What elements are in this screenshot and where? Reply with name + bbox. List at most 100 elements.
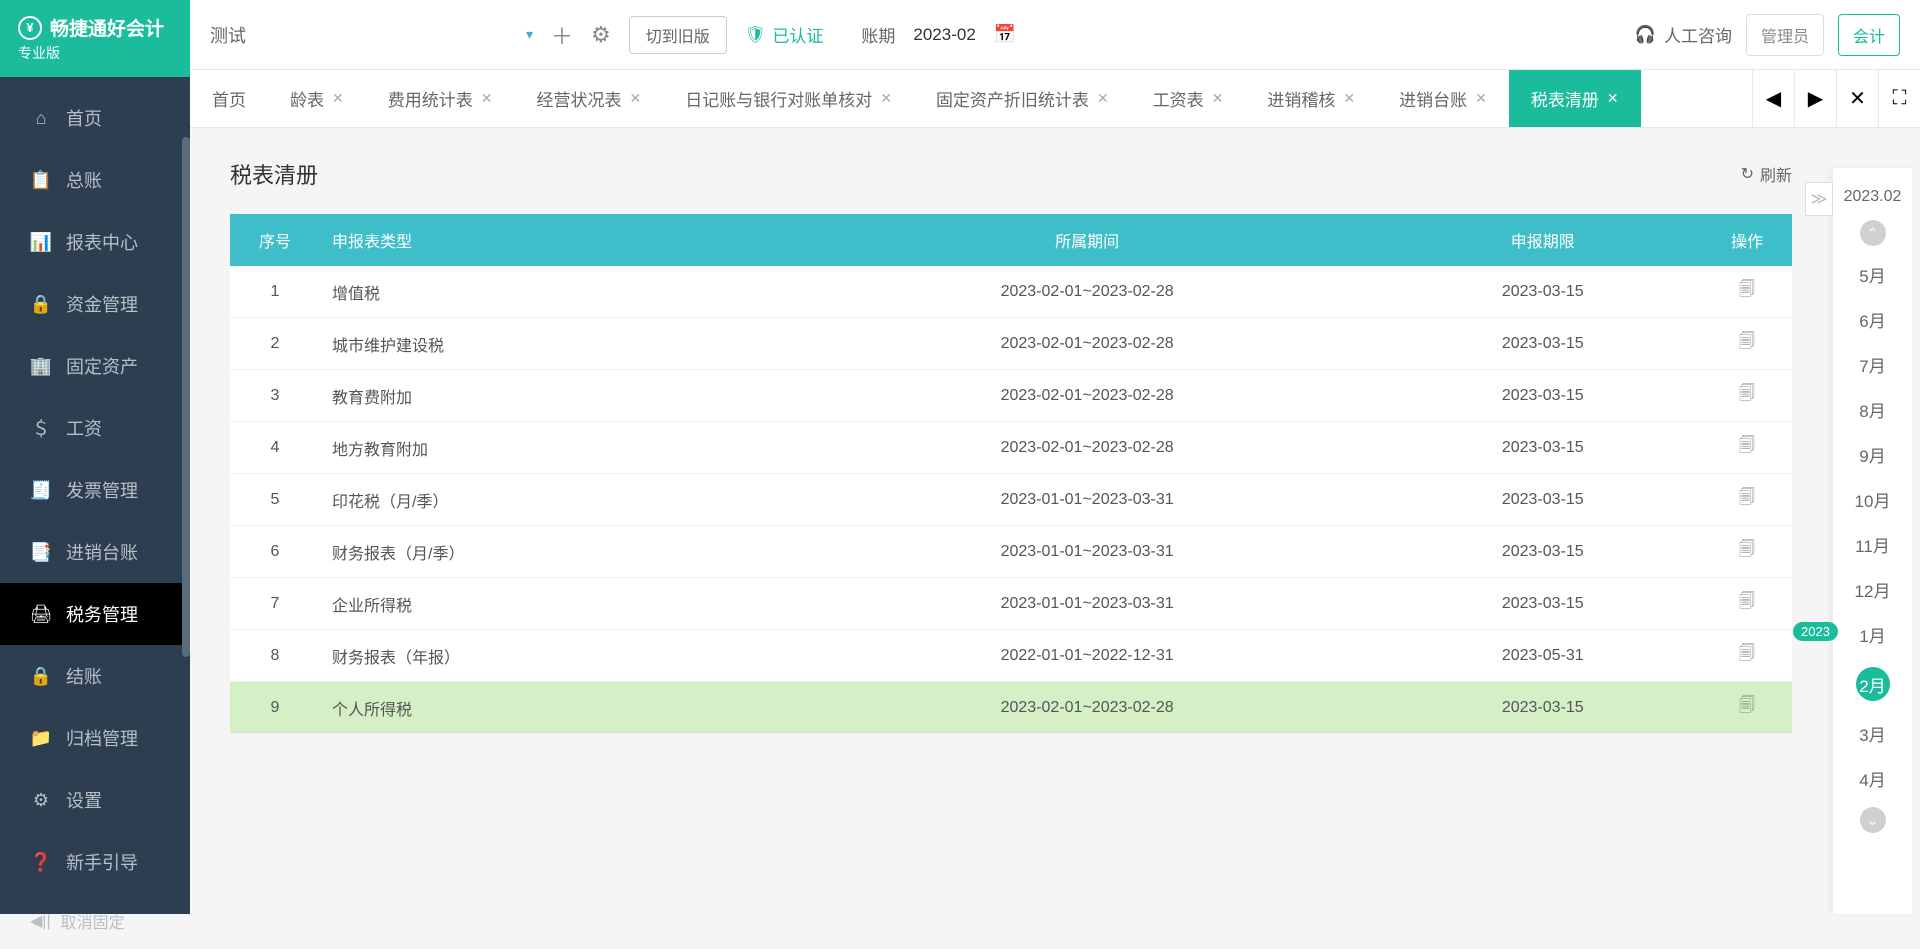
cell-no: 1 bbox=[230, 266, 320, 318]
table-row[interactable]: 6财务报表（月/季）2023-01-01~2023-03-312023-03-1… bbox=[230, 526, 1792, 578]
table-row[interactable]: 1增值税2023-02-01~2023-02-282023-03-15🗐 bbox=[230, 266, 1792, 318]
nav-label: 归档管理 bbox=[66, 725, 138, 751]
table-row[interactable]: 4地方教育附加2023-02-01~2023-02-282023-03-15🗐 bbox=[230, 422, 1792, 474]
sidebar-item-9[interactable]: 🔒结账 bbox=[0, 645, 182, 707]
cell-type: 个人所得税 bbox=[320, 682, 791, 734]
nav-label: 进销台账 bbox=[66, 539, 138, 565]
sidebar-item-5[interactable]: ＄工资 bbox=[0, 397, 182, 459]
tab-6[interactable]: 工资表 ✕ bbox=[1131, 70, 1246, 127]
table-row[interactable]: 7企业所得税2023-01-01~2023-03-312023-03-15🗐 bbox=[230, 578, 1792, 630]
month-item[interactable]: 9月 bbox=[1833, 432, 1912, 477]
sidebar: ¥ 畅捷通好会计 专业版 ⌂首页📋总账📊报表中心🔒资金管理🏢固定资产＄工资🧾发票… bbox=[0, 0, 190, 914]
tabs-prev-icon[interactable]: ◀ bbox=[1752, 70, 1794, 128]
sidebar-item-12[interactable]: ❓ 新手引导 bbox=[0, 831, 182, 893]
tab-0[interactable]: 首页 bbox=[190, 70, 268, 127]
tab-9[interactable]: 税表清册✕ bbox=[1509, 70, 1641, 127]
month-item[interactable]: 4月 bbox=[1833, 756, 1912, 801]
panel-collapse-icon[interactable]: ≫ bbox=[1805, 182, 1833, 216]
tab-label: 工资表 bbox=[1153, 86, 1204, 111]
table-row[interactable]: 5印花税（月/季）2023-01-01~2023-03-312023-03-15… bbox=[230, 474, 1792, 526]
close-icon[interactable]: ✕ bbox=[1343, 90, 1355, 107]
table-row[interactable]: 3教育费附加2023-02-01~2023-02-282023-03-15🗐 bbox=[230, 370, 1792, 422]
nav-icon: ❓ bbox=[30, 851, 52, 873]
switch-old-version-button[interactable]: 切到旧版 bbox=[629, 16, 727, 54]
month-up-icon[interactable]: ⌃ bbox=[1860, 220, 1886, 246]
month-item[interactable]: 7月 bbox=[1833, 342, 1912, 387]
view-icon[interactable]: 🗐 bbox=[1739, 593, 1755, 610]
sidebar-item-1[interactable]: 📋总账 bbox=[0, 149, 182, 211]
sidebar-item-11[interactable]: ⚙设置 bbox=[0, 769, 182, 831]
role-accountant-button[interactable]: 会计 bbox=[1838, 14, 1900, 56]
view-icon[interactable]: 🗐 bbox=[1739, 541, 1755, 558]
month-item[interactable]: 20231月 bbox=[1833, 612, 1912, 657]
view-icon[interactable]: 🗐 bbox=[1739, 333, 1755, 350]
close-icon[interactable]: ✕ bbox=[1475, 90, 1487, 107]
month-item[interactable]: 5月 bbox=[1833, 252, 1912, 297]
sidebar-scrollbar[interactable] bbox=[182, 77, 190, 893]
view-icon[interactable]: 🗐 bbox=[1739, 281, 1755, 298]
close-icon[interactable]: ✕ bbox=[1212, 90, 1224, 107]
sidebar-item-8[interactable]: 🖨税务管理 bbox=[0, 583, 182, 645]
month-down-icon[interactable]: ⌄ bbox=[1860, 807, 1886, 833]
nav-label: 税务管理 bbox=[66, 601, 138, 627]
nav-label: 设置 bbox=[66, 787, 102, 813]
close-icon[interactable]: ✕ bbox=[332, 90, 344, 107]
tab-label: 日记账与银行对账单核对 bbox=[685, 86, 872, 111]
month-item[interactable]: 12月 bbox=[1833, 567, 1912, 612]
close-icon[interactable]: ✕ bbox=[1097, 90, 1109, 107]
month-item[interactable]: 8月 bbox=[1833, 387, 1912, 432]
table-row[interactable]: 9个人所得税2023-02-01~2023-02-282023-03-15🗐 bbox=[230, 682, 1792, 734]
tabs-close-all-icon[interactable]: ✕ bbox=[1836, 70, 1878, 128]
table-row[interactable]: 8财务报表（年报）2022-01-01~2022-12-312023-05-31… bbox=[230, 630, 1792, 682]
role-admin-button[interactable]: 管理员 bbox=[1746, 14, 1824, 56]
plus-icon[interactable]: ＋ bbox=[551, 19, 573, 51]
tab-8[interactable]: 进销台账✕ bbox=[1377, 70, 1509, 127]
month-item[interactable]: 6月 bbox=[1833, 297, 1912, 342]
consult-button[interactable]: 🎧 人工咨询 bbox=[1635, 22, 1732, 47]
sidebar-item-10[interactable]: 📁归档管理 bbox=[0, 707, 182, 769]
close-icon[interactable]: ✕ bbox=[629, 90, 641, 107]
tab-7[interactable]: 进销稽核✕ bbox=[1245, 70, 1377, 127]
sidebar-item-7[interactable]: 📑进销台账 bbox=[0, 521, 182, 583]
cell-deadline: 2023-03-15 bbox=[1384, 370, 1702, 422]
cell-deadline: 2023-03-15 bbox=[1384, 526, 1702, 578]
month-item[interactable]: 2月 bbox=[1833, 657, 1912, 711]
sidebar-item-2[interactable]: 📊报表中心 bbox=[0, 211, 182, 273]
tab-3[interactable]: 经营状况表✕ bbox=[514, 70, 663, 127]
sidebar-item-6[interactable]: 🧾发票管理 bbox=[0, 459, 182, 521]
view-icon[interactable]: 🗐 bbox=[1739, 489, 1755, 506]
close-icon[interactable]: ✕ bbox=[481, 90, 493, 107]
sidebar-item-4[interactable]: 🏢固定资产 bbox=[0, 335, 182, 397]
cell-period: 2022-01-01~2022-12-31 bbox=[791, 630, 1384, 682]
company-select[interactable]: 测试 ▾ bbox=[210, 22, 533, 48]
nav-label: 新手引导 bbox=[66, 849, 138, 875]
consult-label: 人工咨询 bbox=[1664, 22, 1732, 47]
tab-5[interactable]: 固定资产折旧统计表✕ bbox=[914, 70, 1131, 127]
month-item[interactable]: 10月 bbox=[1833, 477, 1912, 522]
tabs-next-icon[interactable]: ▶ bbox=[1794, 70, 1836, 128]
period-value[interactable]: 2023-02 bbox=[913, 25, 975, 45]
sidebar-item-3[interactable]: 🔒资金管理 bbox=[0, 273, 182, 335]
nav-icon: 📋 bbox=[30, 169, 52, 191]
view-icon[interactable]: 🗐 bbox=[1739, 645, 1755, 662]
tab-1[interactable]: 龄表✕ bbox=[268, 70, 366, 127]
tab-label: 费用统计表 bbox=[388, 86, 473, 111]
tab-2[interactable]: 费用统计表 ✕ bbox=[366, 70, 515, 127]
unpin-icon: ◀|| bbox=[30, 911, 51, 931]
close-icon[interactable]: ✕ bbox=[880, 90, 892, 107]
view-icon[interactable]: 🗐 bbox=[1739, 437, 1755, 454]
close-icon[interactable]: ✕ bbox=[1607, 90, 1619, 107]
sidebar-unpin[interactable]: ◀|| 取消固定 bbox=[0, 893, 190, 949]
view-icon[interactable]: 🗐 bbox=[1739, 385, 1755, 402]
calendar-icon[interactable]: 📅 bbox=[994, 24, 1016, 45]
table-row[interactable]: 2城市维护建设税2023-02-01~2023-02-282023-03-15🗐 bbox=[230, 318, 1792, 370]
month-item[interactable]: 11月 bbox=[1833, 522, 1912, 567]
gear-icon[interactable]: ⚙ bbox=[591, 22, 611, 48]
refresh-button[interactable]: ↻ 刷新 bbox=[1741, 162, 1792, 186]
view-icon[interactable]: 🗐 bbox=[1739, 697, 1755, 714]
sidebar-item-0[interactable]: ⌂首页 bbox=[0, 87, 182, 149]
nav-label: 固定资产 bbox=[66, 353, 138, 379]
tab-4[interactable]: 日记账与银行对账单核对 ✕ bbox=[663, 70, 914, 127]
fullscreen-icon[interactable]: ⛶ bbox=[1878, 70, 1920, 128]
month-item[interactable]: 3月 bbox=[1833, 711, 1912, 756]
